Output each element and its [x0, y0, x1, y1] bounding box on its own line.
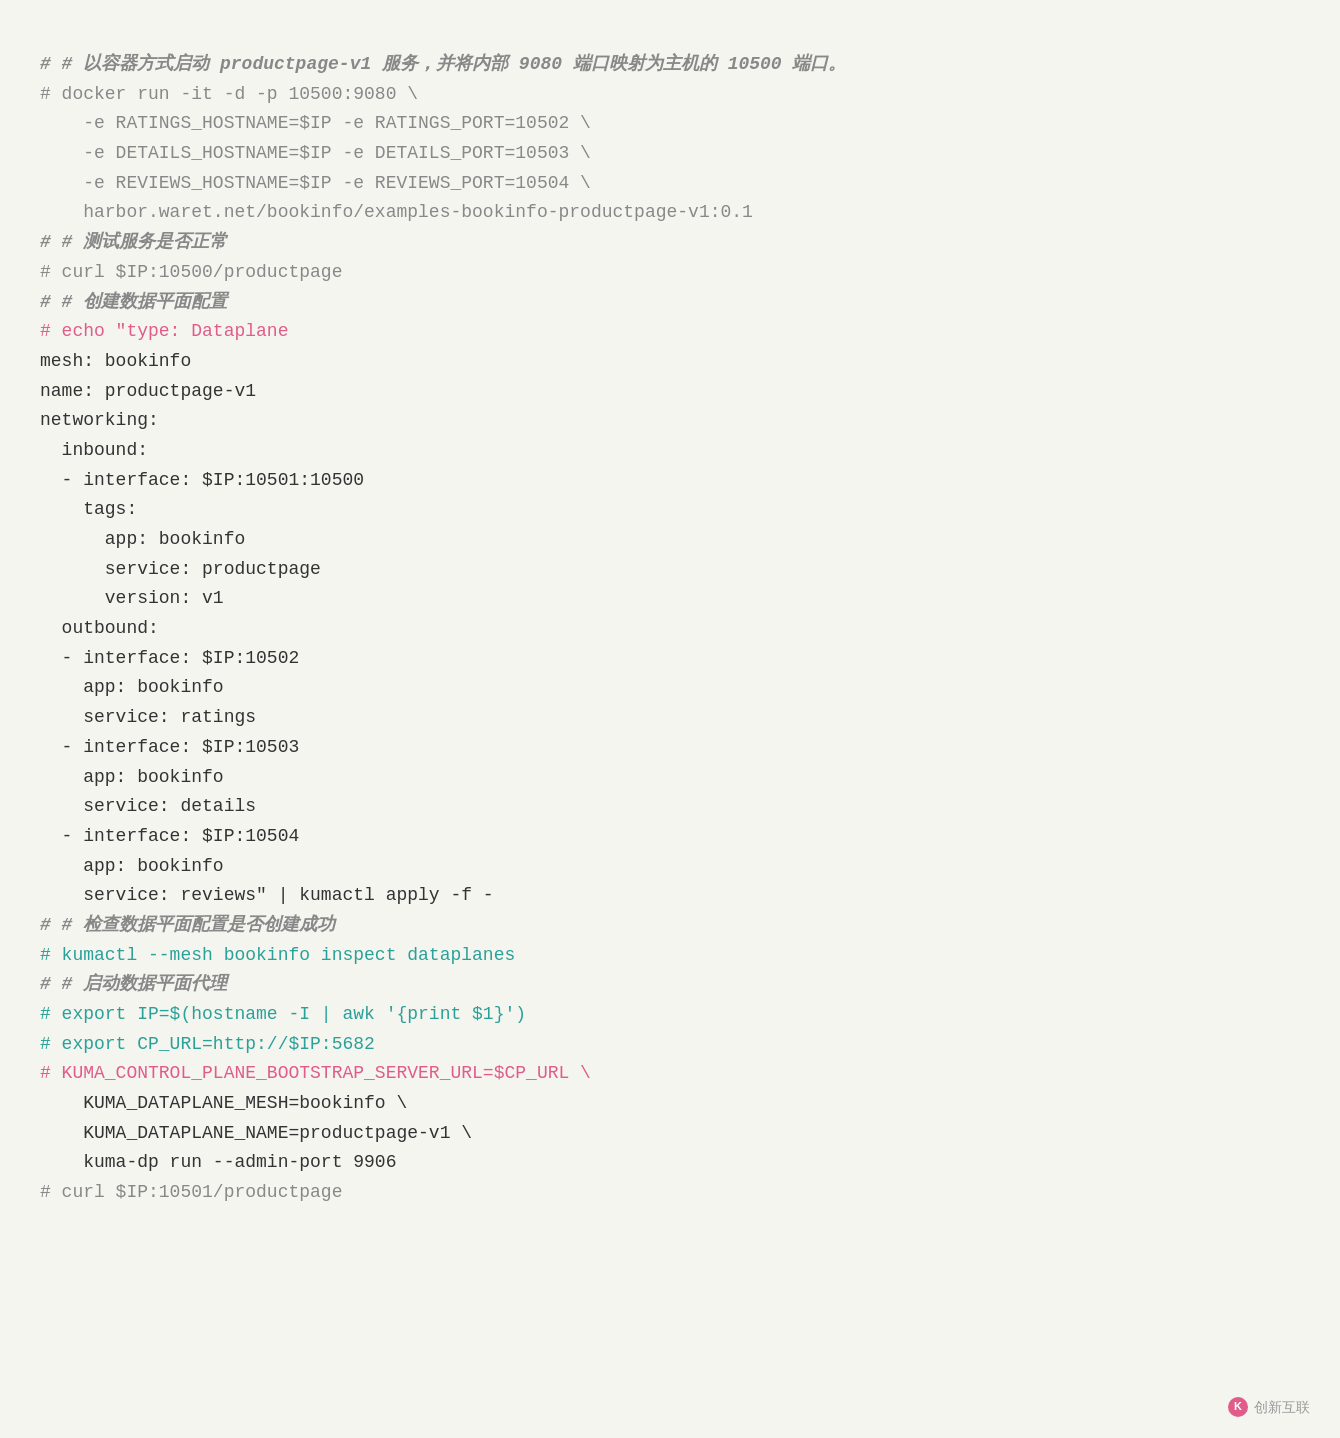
code-line: # # 启动数据平面代理 — [40, 970, 1300, 1000]
code-line: service: details — [40, 792, 1300, 822]
code-line: harbor.waret.net/bookinfo/examples-booki… — [40, 198, 1300, 228]
code-line: service: reviews" | kumactl apply -f - — [40, 881, 1300, 911]
code-line: app: bookinfo — [40, 852, 1300, 882]
code-line: # # 创建数据平面配置 — [40, 288, 1300, 318]
code-line: KUMA_DATAPLANE_NAME=productpage-v1 \ — [40, 1119, 1300, 1149]
code-line: service: ratings — [40, 703, 1300, 733]
code-line: - interface: $IP:10501:10500 — [40, 466, 1300, 496]
code-line: # echo "type: Dataplane — [40, 317, 1300, 347]
code-line: # kumactl --mesh bookinfo inspect datapl… — [40, 941, 1300, 971]
code-line: KUMA_DATAPLANE_MESH=bookinfo \ — [40, 1089, 1300, 1119]
code-line: # # 检查数据平面配置是否创建成功 — [40, 911, 1300, 941]
code-line: app: bookinfo — [40, 525, 1300, 555]
code-line: service: productpage — [40, 555, 1300, 585]
code-line: - interface: $IP:10503 — [40, 733, 1300, 763]
code-line: -e REVIEWS_HOSTNAME=$IP -e REVIEWS_PORT=… — [40, 169, 1300, 199]
code-line: # # 以容器方式启动 productpage-v1 服务，并将内部 9080 … — [40, 50, 1300, 80]
watermark: K 创新互联 — [1228, 1396, 1310, 1418]
watermark-icon: K — [1228, 1397, 1248, 1417]
code-line: name: productpage-v1 — [40, 377, 1300, 407]
code-line: # docker run -it -d -p 10500:9080 \ — [40, 80, 1300, 110]
code-line: # export IP=$(hostname -I | awk '{print … — [40, 1000, 1300, 1030]
code-line: app: bookinfo — [40, 763, 1300, 793]
code-line: - interface: $IP:10502 — [40, 644, 1300, 674]
code-line: app: bookinfo — [40, 673, 1300, 703]
code-line: version: v1 — [40, 584, 1300, 614]
code-line: # export CP_URL=http://$IP:5682 — [40, 1030, 1300, 1060]
code-line: outbound: — [40, 614, 1300, 644]
code-block: # # 以容器方式启动 productpage-v1 服务，并将内部 9080 … — [40, 30, 1300, 1228]
code-line: tags: — [40, 495, 1300, 525]
watermark-text: 创新互联 — [1254, 1396, 1310, 1418]
code-line: # KUMA_CONTROL_PLANE_BOOTSTRAP_SERVER_UR… — [40, 1059, 1300, 1089]
code-line: mesh: bookinfo — [40, 347, 1300, 377]
code-line: -e RATINGS_HOSTNAME=$IP -e RATINGS_PORT=… — [40, 109, 1300, 139]
code-line: inbound: — [40, 436, 1300, 466]
code-line: # # 测试服务是否正常 — [40, 228, 1300, 258]
code-line: -e DETAILS_HOSTNAME=$IP -e DETAILS_PORT=… — [40, 139, 1300, 169]
code-line: kuma-dp run --admin-port 9906 — [40, 1148, 1300, 1178]
code-line: - interface: $IP:10504 — [40, 822, 1300, 852]
code-line: networking: — [40, 406, 1300, 436]
code-line: # curl $IP:10501/productpage — [40, 1178, 1300, 1208]
code-line: # curl $IP:10500/productpage — [40, 258, 1300, 288]
